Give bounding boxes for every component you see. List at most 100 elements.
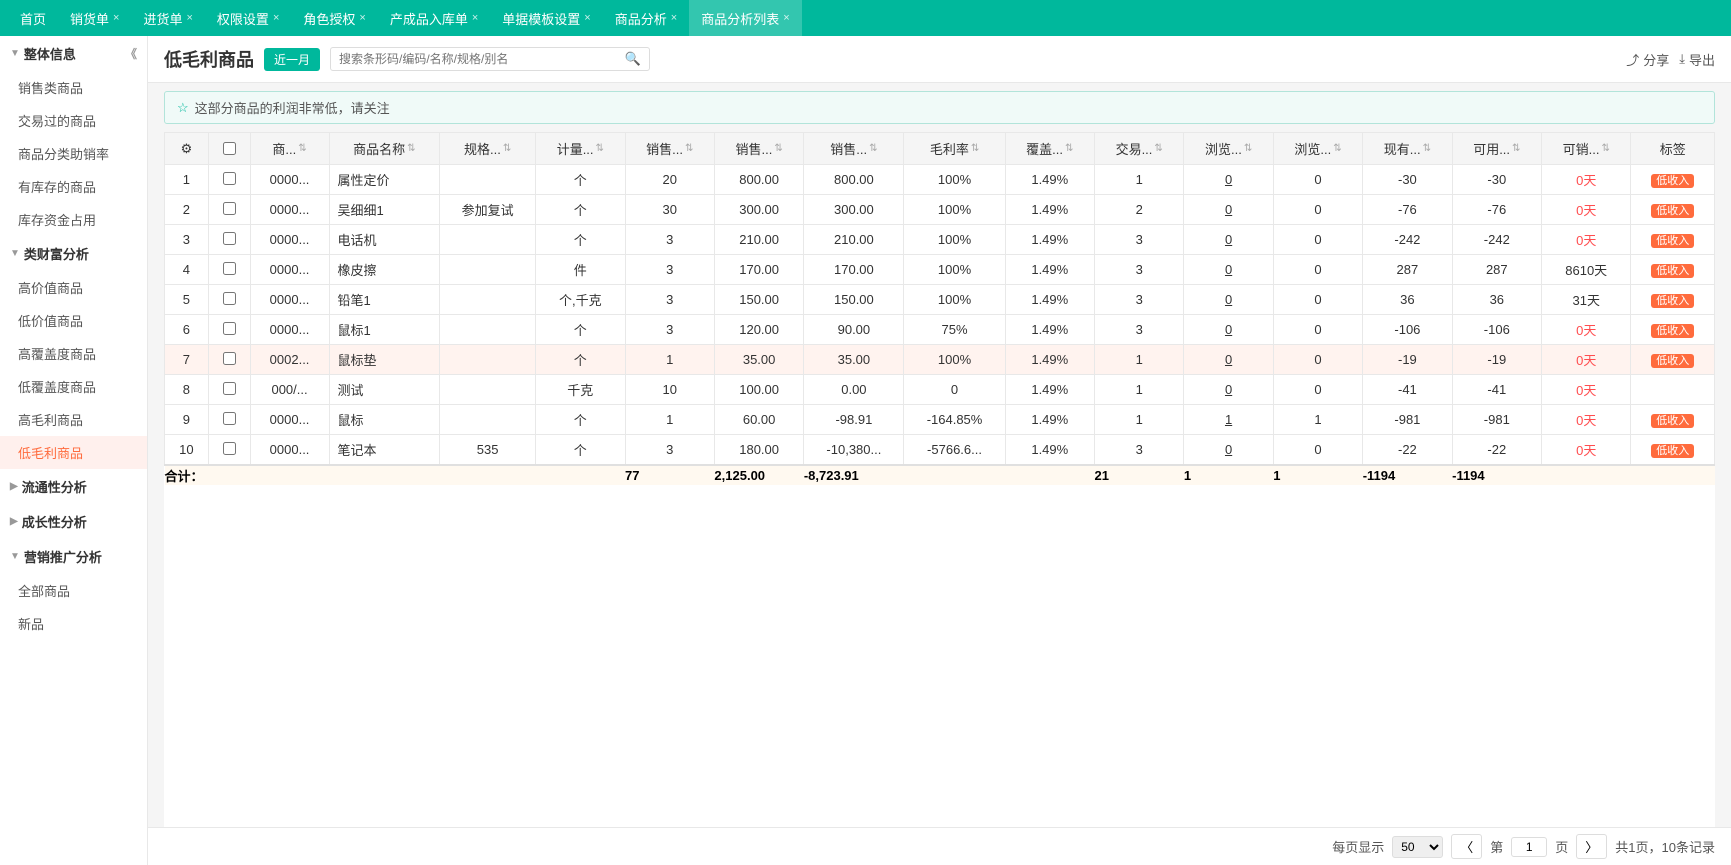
row-checkbox[interactable] bbox=[208, 435, 250, 466]
views1-link[interactable]: 0 bbox=[1225, 322, 1232, 337]
views1-link[interactable]: 0 bbox=[1225, 202, 1232, 217]
sidebar-group-wealth[interactable]: ▼ 类财富分析 bbox=[0, 236, 147, 271]
th-gross-margin[interactable]: 毛利率⇅ bbox=[904, 133, 1005, 165]
search-icon[interactable]: 🔍 bbox=[625, 51, 641, 67]
next-page-button[interactable]: 〉 bbox=[1576, 834, 1607, 859]
views1-link[interactable]: 0 bbox=[1225, 292, 1232, 307]
sidebar-item-stock-products[interactable]: 有库存的商品 bbox=[0, 170, 147, 203]
row-select-checkbox[interactable] bbox=[223, 352, 236, 365]
views1-link[interactable]: 1 bbox=[1225, 412, 1232, 427]
row-views1[interactable]: 0 bbox=[1184, 165, 1273, 195]
row-select-checkbox[interactable] bbox=[223, 322, 236, 335]
close-purchase-order-icon[interactable]: × bbox=[186, 12, 192, 24]
th-checkbox[interactable] bbox=[208, 133, 250, 165]
nav-product-analysis-list[interactable]: 商品分析列表 × bbox=[689, 0, 801, 36]
th-name[interactable]: 商品名称⇅ bbox=[329, 133, 440, 165]
share-button[interactable]: ⤴ 分享 bbox=[1626, 50, 1669, 69]
select-all-checkbox[interactable] bbox=[223, 142, 236, 155]
row-views1[interactable]: 0 bbox=[1184, 255, 1273, 285]
th-coverage[interactable]: 覆盖...⇅ bbox=[1005, 133, 1094, 165]
date-filter-button[interactable]: 近一月 bbox=[264, 48, 320, 71]
th-views1[interactable]: 浏览...⇅ bbox=[1184, 133, 1273, 165]
sidebar-group-circulation[interactable]: ▶ 流通性分析 bbox=[0, 469, 147, 504]
sidebar-item-high-value[interactable]: 高价值商品 bbox=[0, 271, 147, 304]
close-product-analysis-icon[interactable]: × bbox=[671, 12, 677, 24]
row-select-checkbox[interactable] bbox=[223, 382, 236, 395]
th-spec[interactable]: 规格...⇅ bbox=[440, 133, 536, 165]
sidebar-item-stock-capital[interactable]: 库存资金占用 bbox=[0, 203, 147, 236]
nav-home[interactable]: 首页 bbox=[8, 0, 58, 36]
row-views1[interactable]: 0 bbox=[1184, 435, 1273, 466]
nav-product-inbound[interactable]: 产成品入库单 × bbox=[378, 0, 490, 36]
row-views1[interactable]: 0 bbox=[1184, 225, 1273, 255]
th-sales-profit[interactable]: 销售...⇅ bbox=[804, 133, 904, 165]
close-template-settings-icon[interactable]: × bbox=[584, 12, 590, 24]
row-checkbox[interactable] bbox=[208, 285, 250, 315]
export-button[interactable]: ⤓ 导出 bbox=[1679, 50, 1715, 69]
row-checkbox[interactable] bbox=[208, 345, 250, 375]
nav-template-settings[interactable]: 单据模板设置 × bbox=[490, 0, 602, 36]
th-sales-qty[interactable]: 销售...⇅ bbox=[625, 133, 714, 165]
th-sales-amount[interactable]: 销售...⇅ bbox=[714, 133, 803, 165]
row-checkbox[interactable] bbox=[208, 315, 250, 345]
row-checkbox[interactable] bbox=[208, 375, 250, 405]
row-views1[interactable]: 0 bbox=[1184, 315, 1273, 345]
sidebar-item-sales-products[interactable]: 销售类商品 bbox=[0, 71, 147, 104]
th-settings[interactable]: ⚙ bbox=[165, 133, 209, 165]
row-checkbox[interactable] bbox=[208, 165, 250, 195]
row-select-checkbox[interactable] bbox=[223, 412, 236, 425]
sidebar-item-category-sales[interactable]: 商品分类助销率 bbox=[0, 137, 147, 170]
collapse-icon[interactable]: 《 bbox=[125, 45, 137, 62]
sidebar-group-growth[interactable]: ▶ 成长性分析 bbox=[0, 504, 147, 539]
views1-link[interactable]: 0 bbox=[1225, 352, 1232, 367]
sidebar-item-traded-products[interactable]: 交易过的商品 bbox=[0, 104, 147, 137]
prev-page-button[interactable]: 〈 bbox=[1451, 834, 1482, 859]
sidebar-item-low-margin[interactable]: 低毛利商品 bbox=[0, 436, 147, 469]
nav-sales-order[interactable]: 销货单 × bbox=[58, 0, 131, 36]
row-select-checkbox[interactable] bbox=[223, 292, 236, 305]
views1-link[interactable]: 0 bbox=[1225, 382, 1232, 397]
row-select-checkbox[interactable] bbox=[223, 202, 236, 215]
views1-link[interactable]: 0 bbox=[1225, 262, 1232, 277]
row-select-checkbox[interactable] bbox=[223, 172, 236, 185]
row-select-checkbox[interactable] bbox=[223, 442, 236, 455]
close-sales-order-icon[interactable]: × bbox=[113, 12, 119, 24]
th-code[interactable]: 商...⇅ bbox=[250, 133, 329, 165]
views1-link[interactable]: 0 bbox=[1225, 442, 1232, 457]
th-current-stock[interactable]: 现有...⇅ bbox=[1363, 133, 1452, 165]
nav-role-auth[interactable]: 角色授权 × bbox=[291, 0, 377, 36]
views1-link[interactable]: 0 bbox=[1225, 172, 1232, 187]
row-views1[interactable]: 0 bbox=[1184, 195, 1273, 225]
per-page-select[interactable]: 50 100 200 bbox=[1392, 836, 1443, 858]
sidebar-item-low-value[interactable]: 低价值商品 bbox=[0, 304, 147, 337]
sidebar-group-overall[interactable]: ▼ 整体信息 《 bbox=[0, 36, 147, 71]
row-views1[interactable]: 0 bbox=[1184, 345, 1273, 375]
th-sellable[interactable]: 可销...⇅ bbox=[1542, 133, 1631, 165]
sidebar-item-high-margin[interactable]: 高毛利商品 bbox=[0, 403, 147, 436]
row-checkbox[interactable] bbox=[208, 405, 250, 435]
close-product-inbound-icon[interactable]: × bbox=[472, 12, 478, 24]
sidebar-item-new-products[interactable]: 新品 bbox=[0, 607, 147, 640]
nav-product-analysis[interactable]: 商品分析 × bbox=[603, 0, 689, 36]
row-select-checkbox[interactable] bbox=[223, 262, 236, 275]
row-views1[interactable]: 0 bbox=[1184, 375, 1273, 405]
sidebar-item-low-coverage[interactable]: 低覆盖度商品 bbox=[0, 370, 147, 403]
sidebar-item-high-coverage[interactable]: 高覆盖度商品 bbox=[0, 337, 147, 370]
row-checkbox[interactable] bbox=[208, 195, 250, 225]
close-product-analysis-list-icon[interactable]: × bbox=[783, 12, 789, 24]
nav-permissions[interactable]: 权限设置 × bbox=[205, 0, 291, 36]
th-views2[interactable]: 浏览...⇅ bbox=[1273, 133, 1362, 165]
page-number-input[interactable] bbox=[1511, 837, 1547, 857]
close-permissions-icon[interactable]: × bbox=[273, 12, 279, 24]
row-checkbox[interactable] bbox=[208, 225, 250, 255]
row-select-checkbox[interactable] bbox=[223, 232, 236, 245]
nav-purchase-order[interactable]: 进货单 × bbox=[131, 0, 204, 36]
sidebar-group-marketing[interactable]: ▼ 营销推广分析 bbox=[0, 539, 147, 574]
close-role-auth-icon[interactable]: × bbox=[359, 12, 365, 24]
search-input[interactable] bbox=[339, 52, 621, 66]
row-checkbox[interactable] bbox=[208, 255, 250, 285]
th-transactions[interactable]: 交易...⇅ bbox=[1094, 133, 1183, 165]
th-available[interactable]: 可用...⇅ bbox=[1452, 133, 1541, 165]
row-views1[interactable]: 1 bbox=[1184, 405, 1273, 435]
row-views1[interactable]: 0 bbox=[1184, 285, 1273, 315]
